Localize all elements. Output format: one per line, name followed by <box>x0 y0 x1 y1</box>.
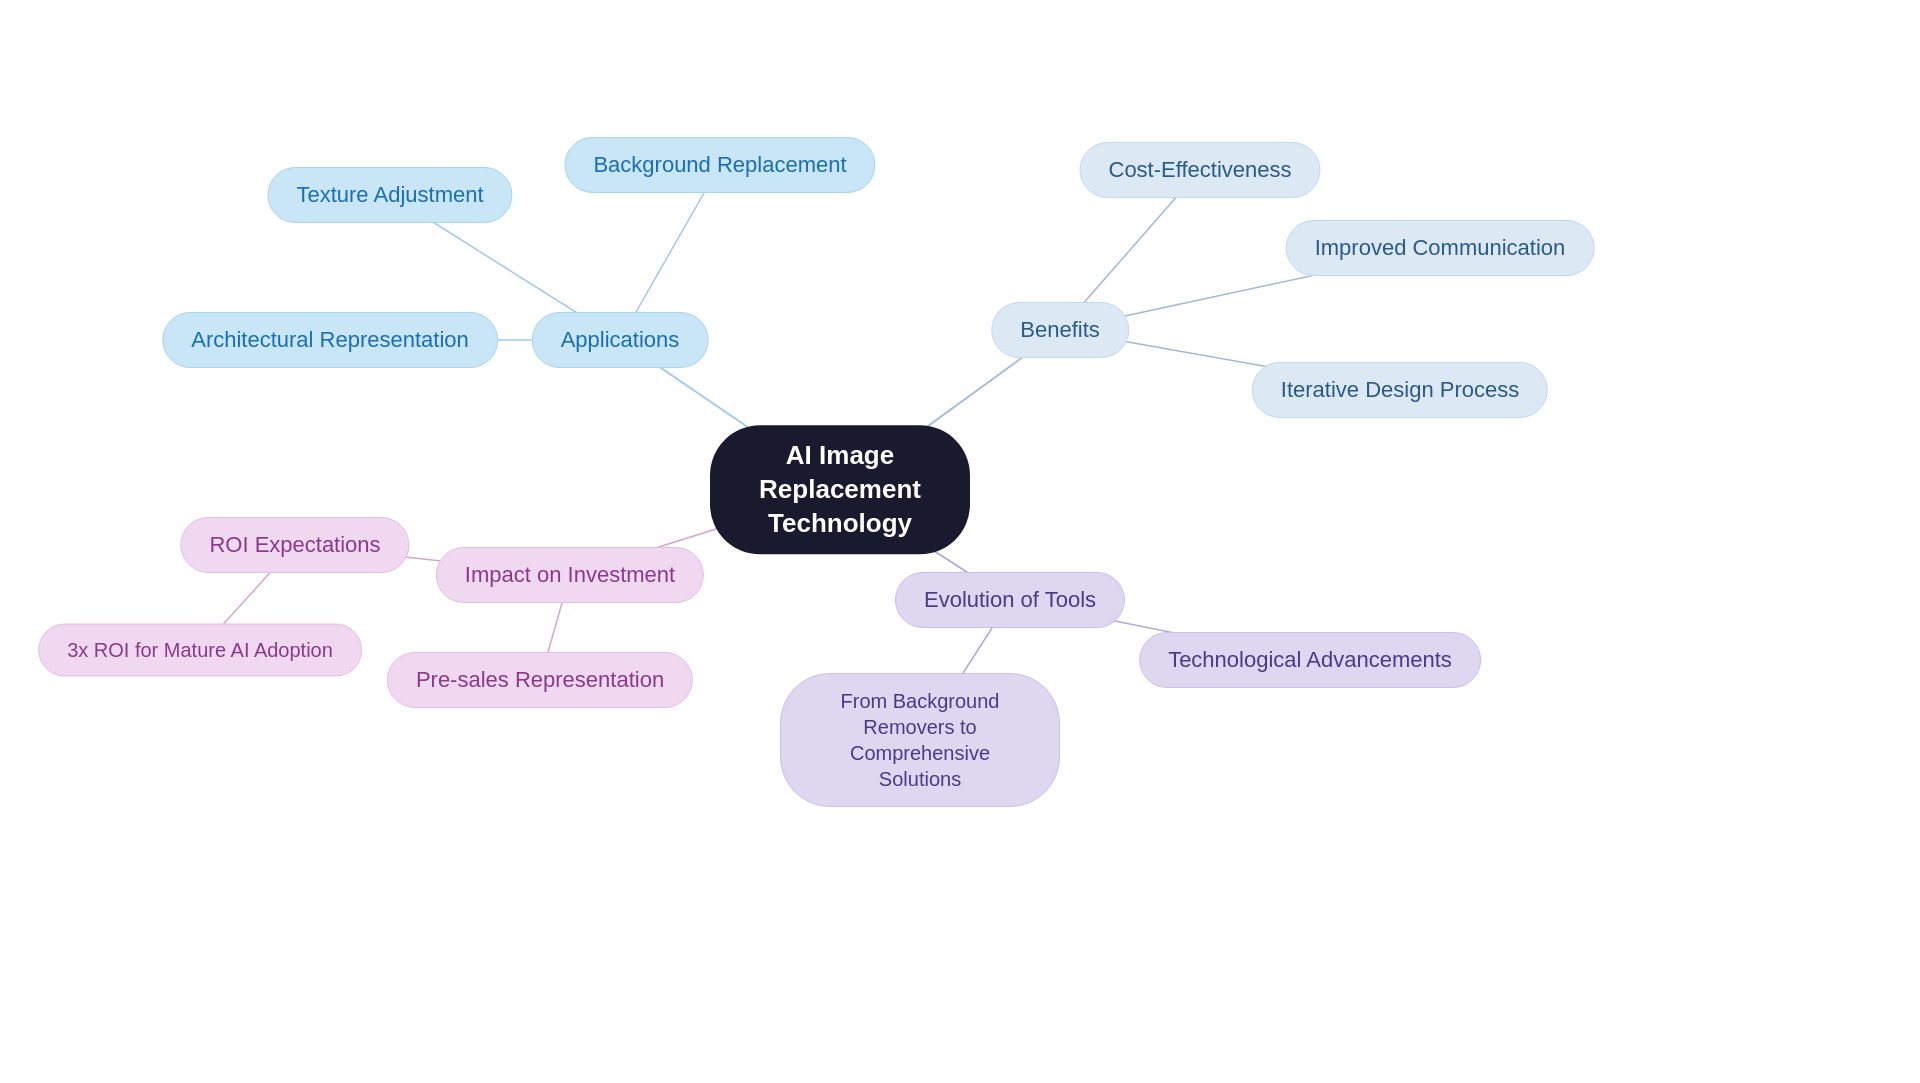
applications-node[interactable]: Applications <box>532 312 709 368</box>
evolution-of-tools-node[interactable]: Evolution of Tools <box>895 572 1125 628</box>
background-replacement-label: Background Replacement <box>593 152 846 178</box>
benefits-label: Benefits <box>1020 317 1100 343</box>
center-node[interactable]: AI Image Replacement Technology <box>710 425 970 554</box>
from-background-removers-label: From Background Removers to Comprehensiv… <box>809 688 1031 792</box>
texture-adjustment-label: Texture Adjustment <box>296 182 483 208</box>
impact-on-investment-label: Impact on Investment <box>465 562 675 588</box>
benefits-node[interactable]: Benefits <box>991 302 1129 358</box>
architectural-representation-label: Architectural Representation <box>191 327 469 353</box>
cost-effectiveness-label: Cost-Effectiveness <box>1108 157 1291 183</box>
roi-expectations-node[interactable]: ROI Expectations <box>180 517 409 573</box>
improved-communication-label: Improved Communication <box>1315 235 1566 261</box>
iterative-design-label: Iterative Design Process <box>1281 377 1519 403</box>
three-x-roi-node[interactable]: 3x ROI for Mature AI Adoption <box>38 624 362 677</box>
architectural-representation-node[interactable]: Architectural Representation <box>162 312 498 368</box>
impact-on-investment-node[interactable]: Impact on Investment <box>436 547 704 603</box>
applications-label: Applications <box>561 327 680 353</box>
pre-sales-representation-node[interactable]: Pre-sales Representation <box>387 652 693 708</box>
iterative-design-node[interactable]: Iterative Design Process <box>1252 362 1548 418</box>
technological-advancements-node[interactable]: Technological Advancements <box>1139 632 1481 688</box>
mind-map: AI Image Replacement Technology Applicat… <box>0 0 1920 1083</box>
technological-advancements-label: Technological Advancements <box>1168 647 1452 673</box>
evolution-of-tools-label: Evolution of Tools <box>924 587 1096 613</box>
center-node-label: AI Image Replacement Technology <box>738 439 942 540</box>
pre-sales-representation-label: Pre-sales Representation <box>416 667 664 693</box>
texture-adjustment-node[interactable]: Texture Adjustment <box>267 167 512 223</box>
roi-expectations-label: ROI Expectations <box>209 532 380 558</box>
background-replacement-node[interactable]: Background Replacement <box>564 137 875 193</box>
from-background-removers-node[interactable]: From Background Removers to Comprehensiv… <box>780 673 1060 807</box>
three-x-roi-label: 3x ROI for Mature AI Adoption <box>67 639 333 662</box>
cost-effectiveness-node[interactable]: Cost-Effectiveness <box>1079 142 1320 198</box>
improved-communication-node[interactable]: Improved Communication <box>1286 220 1595 276</box>
